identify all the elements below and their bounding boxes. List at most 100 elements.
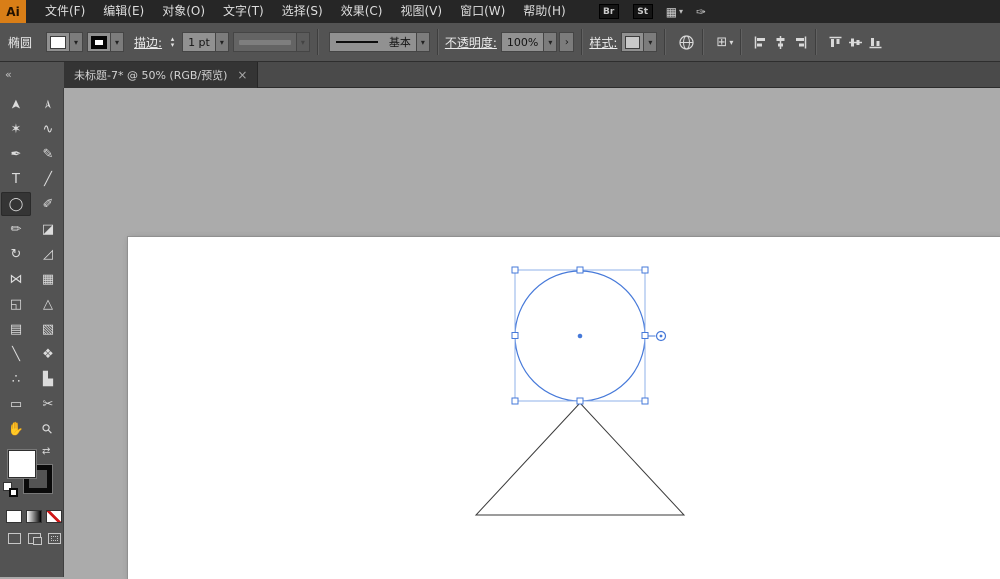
selection-handle[interactable] [511, 332, 519, 339]
selection-tool[interactable]: ➤ [1, 92, 31, 116]
control-bar: 椭圆 ▾ ▾ 描边: ▴ ▾ 1 pt ▾ ▾ 基本 ▾ 不透明度: 100% … [0, 23, 1000, 62]
align-bottom-button[interactable] [868, 35, 883, 50]
divider [702, 29, 704, 55]
selection-handle[interactable] [641, 397, 649, 405]
curvature-tool[interactable]: ✎ [33, 142, 63, 166]
hand-tool[interactable]: ✋ [1, 417, 31, 441]
color-button[interactable] [6, 510, 22, 523]
eraser-tool[interactable]: ◪ [33, 217, 63, 241]
stroke-color-dropdown[interactable]: ▾ [87, 32, 125, 52]
transform-dropdown[interactable]: ⊞ ▾ [716, 35, 733, 50]
symbol-sprayer-icon: ∴ [11, 371, 21, 387]
menu-item-view[interactable]: 视图(V) [391, 0, 451, 23]
stroke-style-dropdown[interactable]: 基本 ▾ [328, 32, 430, 52]
scale-tool[interactable]: ◿ [33, 242, 63, 266]
stroke-weight-label[interactable]: 描边: [134, 34, 162, 51]
recolor-artwork-button[interactable] [678, 34, 695, 51]
selection-icon: ➤ [8, 98, 24, 110]
width-tool[interactable]: ⋈ [1, 267, 31, 291]
pencil-tool[interactable]: ✏ [1, 217, 31, 241]
fill-color-swatch[interactable] [8, 450, 36, 478]
artboard-tool[interactable]: ▭ [1, 392, 31, 416]
menu-item-effect[interactable]: 效果(C) [332, 0, 392, 23]
menu-item-file[interactable]: 文件(F) [36, 0, 94, 23]
toolbar-collapse-header: « [0, 62, 64, 88]
stroke-weight-stepper[interactable]: ▴ ▾ [167, 36, 178, 49]
zoom-tool[interactable]: ⚲ [33, 417, 63, 441]
triangle-shape[interactable] [474, 402, 686, 516]
align-left-button[interactable] [753, 35, 768, 50]
type-tool[interactable]: T [1, 167, 31, 191]
direct-selection-tool[interactable]: ➢ [33, 92, 63, 116]
fill-color-dropdown[interactable]: ▾ [46, 32, 84, 52]
free-transform-tool[interactable]: ▦ [33, 267, 63, 291]
menu-items: 文件(F) 编辑(E) 对象(O) 文字(T) 选择(S) 效果(C) 视图(V) 窗口(W)… [36, 0, 575, 23]
document-tab[interactable]: 未标题-7* @ 50% (RGB/预览) × [64, 62, 259, 88]
bridge-badge[interactable]: Br [598, 4, 619, 19]
opacity-dropdown[interactable]: 100% ▾ [500, 32, 558, 52]
workspace-switcher[interactable]: ▦ ▾ [666, 5, 683, 19]
center-point[interactable] [577, 333, 583, 339]
perspective-grid-tool[interactable]: △ [33, 292, 63, 316]
ellipse-tool[interactable]: ◯ [1, 192, 31, 216]
align-right-button[interactable] [793, 35, 808, 50]
line-segment-tool[interactable]: ╱ [33, 167, 63, 191]
menu-item-help[interactable]: 帮助(H) [514, 0, 574, 23]
align-center-h-icon [776, 35, 785, 49]
align-center-v-button[interactable] [848, 35, 863, 50]
collapse-panel-button[interactable]: « [5, 68, 12, 81]
eyedropper-tool[interactable]: ╲ [1, 342, 31, 366]
selection-handle[interactable] [576, 397, 584, 405]
none-button[interactable] [46, 510, 62, 523]
stroke-style-value: 基本 [388, 36, 411, 49]
selection-handle[interactable] [641, 266, 649, 274]
close-icon[interactable]: × [237, 68, 247, 82]
paintbrush-tool[interactable]: ✐ [33, 192, 63, 216]
style-label[interactable]: 样式: [589, 34, 617, 51]
divider [316, 29, 318, 55]
width-profile-dropdown[interactable]: ▾ [232, 32, 310, 52]
align-left-icon [755, 36, 766, 48]
draw-normal-mode-button[interactable] [8, 533, 21, 544]
selection-handle[interactable] [641, 332, 649, 339]
rotate-tool[interactable]: ↻ [1, 242, 31, 266]
quill-icon[interactable]: ✑ [696, 5, 706, 19]
chevron-down-icon: ▾ [415, 33, 429, 51]
symbol-sprayer-tool[interactable]: ∴ [1, 367, 31, 391]
menu-item-type[interactable]: 文字(T) [214, 0, 273, 23]
direct-selection-icon: ➢ [40, 98, 56, 110]
stock-badge[interactable]: St [632, 4, 653, 19]
blend-tool[interactable]: ❖ [33, 342, 63, 366]
magic-wand-tool[interactable]: ✶ [1, 117, 31, 141]
graphic-style-dropdown[interactable]: ▾ [621, 32, 658, 52]
gradient-button[interactable] [26, 510, 42, 523]
menu-item-object[interactable]: 对象(O) [153, 0, 214, 23]
swap-fill-stroke-icon[interactable]: ⇄ [42, 446, 50, 457]
column-graph-tool[interactable]: ▙ [33, 367, 63, 391]
canvas-area[interactable] [64, 88, 1000, 579]
shape-builder-tool[interactable]: ◱ [1, 292, 31, 316]
mesh-tool[interactable]: ▤ [1, 317, 31, 341]
slice-tool[interactable]: ✂ [33, 392, 63, 416]
opacity-label[interactable]: 不透明度: [445, 34, 497, 51]
lasso-tool[interactable]: ∿ [33, 117, 63, 141]
menu-item-window[interactable]: 窗口(W) [451, 0, 514, 23]
stroke-weight-dropdown[interactable]: 1 pt ▾ [182, 32, 229, 52]
gradient-tool[interactable]: ▧ [33, 317, 63, 341]
eraser-icon: ◪ [41, 221, 55, 237]
default-stroke-mini-icon[interactable] [9, 488, 18, 497]
selection-handle[interactable] [511, 266, 519, 274]
pen-tool[interactable]: ✒ [1, 142, 31, 166]
menu-item-select[interactable]: 选择(S) [273, 0, 332, 23]
selection-handle[interactable] [576, 266, 584, 274]
align-center-h-button[interactable] [773, 35, 788, 50]
chevron-down-icon: ▾ [295, 33, 309, 51]
align-top-button[interactable] [828, 35, 843, 50]
draw-behind-mode-button[interactable] [28, 533, 42, 545]
pen-icon: ✒ [10, 146, 22, 162]
selection-handle[interactable] [511, 397, 519, 405]
stepper-down-icon[interactable]: ▾ [167, 42, 178, 49]
opacity-more-button[interactable]: › [559, 32, 575, 52]
draw-inside-mode-button[interactable] [48, 533, 61, 544]
menu-item-edit[interactable]: 编辑(E) [94, 0, 153, 23]
